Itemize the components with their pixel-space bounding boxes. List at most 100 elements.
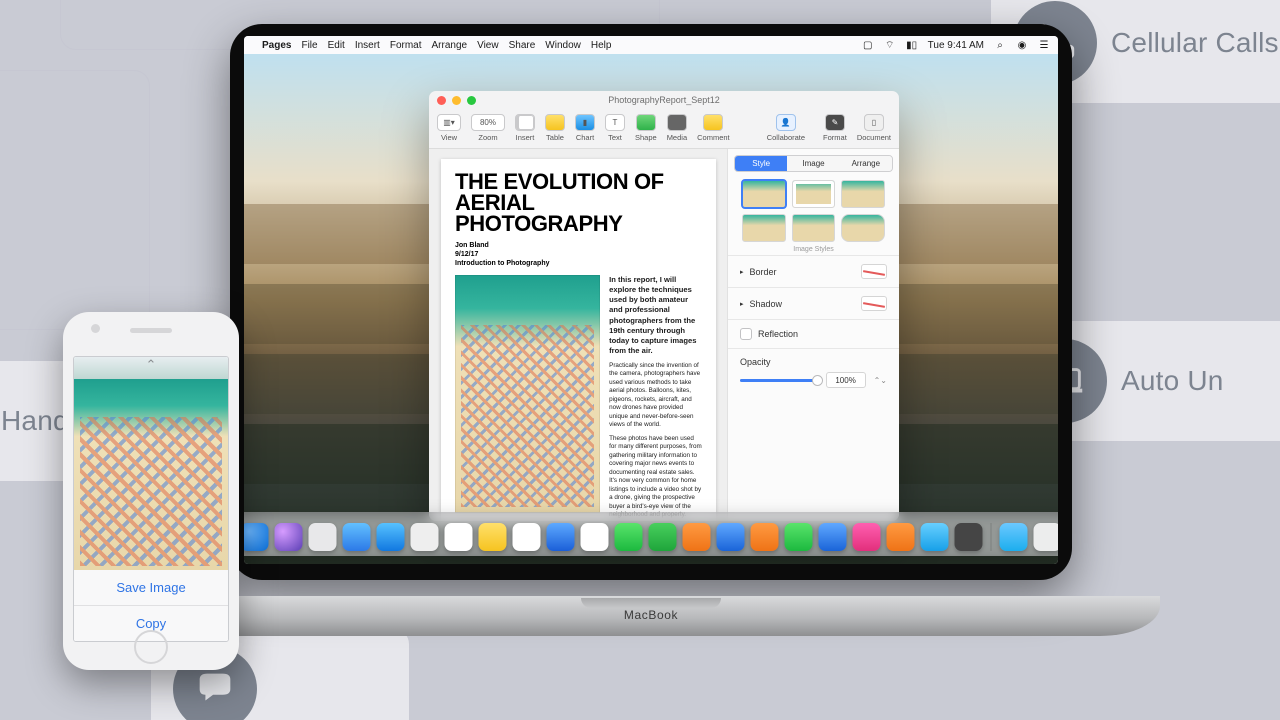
share-sheet-grab-icon[interactable]: ⌃ xyxy=(74,357,228,379)
dock-mail[interactable] xyxy=(377,523,405,551)
document-canvas[interactable]: THE EVOLUTION OF AERIAL PHOTOGRAPHY Jon … xyxy=(429,149,727,521)
menu-item[interactable]: Window xyxy=(545,40,581,51)
tab-style[interactable]: Style xyxy=(735,156,787,171)
dock-reminders[interactable] xyxy=(513,523,541,551)
stepper-icon[interactable]: ⌃⌄ xyxy=(874,376,887,385)
toolbar-label: Shape xyxy=(635,133,657,142)
document-icon[interactable]: ▯ xyxy=(864,114,884,131)
dock-notes[interactable] xyxy=(479,523,507,551)
dock-itunes[interactable] xyxy=(853,523,881,551)
style-swatch[interactable] xyxy=(742,214,786,242)
shape-icon[interactable] xyxy=(636,114,656,131)
tab-image[interactable]: Image xyxy=(787,156,839,171)
style-swatch[interactable] xyxy=(792,214,836,242)
dock-launchpad[interactable] xyxy=(309,523,337,551)
toolbar-insert[interactable]: Insert xyxy=(515,114,535,142)
opacity-slider[interactable] xyxy=(740,379,818,382)
border-swatch[interactable] xyxy=(861,264,887,279)
menu-item[interactable]: Arrange xyxy=(432,40,468,51)
dock-facetime[interactable] xyxy=(649,523,677,551)
style-swatch[interactable] xyxy=(742,180,786,208)
dock-calendar[interactable] xyxy=(445,523,473,551)
inspector-opacity: Opacity 100% ⌃⌄ xyxy=(728,348,899,396)
toolbar-collaborate[interactable]: 👤Collaborate xyxy=(767,114,805,142)
dock-downloads[interactable] xyxy=(1000,523,1028,551)
toolbar-view[interactable]: ▥▾ View xyxy=(437,114,461,142)
dock-appstore[interactable] xyxy=(921,523,949,551)
dock-keynote[interactable] xyxy=(819,523,847,551)
inspector-tabs: Style Image Arrange xyxy=(734,155,893,172)
opacity-value[interactable]: 100% xyxy=(826,372,866,388)
collaborate-icon[interactable]: 👤 xyxy=(776,114,796,131)
style-swatch[interactable] xyxy=(792,180,836,208)
dock-ibooks2[interactable] xyxy=(887,523,915,551)
dock-settings[interactable] xyxy=(955,523,983,551)
menu-item[interactable]: Insert xyxy=(355,40,380,51)
table-icon[interactable] xyxy=(545,114,565,131)
tab-arrange[interactable]: Arrange xyxy=(840,156,892,171)
app-menu[interactable]: Pages xyxy=(262,40,291,51)
toolbar-format[interactable]: ✎Format xyxy=(823,114,847,142)
inspector-border[interactable]: ▸ Border xyxy=(728,255,899,287)
toolbar-document[interactable]: ▯Document xyxy=(857,114,891,142)
menu-item[interactable]: Format xyxy=(390,40,422,51)
pages-toolbar: ▥▾ View 80% Zoom Insert Table ▮Chart xyxy=(429,109,899,149)
spotlight-icon[interactable]: ⌕ xyxy=(994,40,1006,51)
toolbar-text[interactable]: TText xyxy=(605,114,625,142)
toolbar-shape[interactable]: Shape xyxy=(635,114,657,142)
menu-item[interactable]: Edit xyxy=(328,40,345,51)
inspector-reflection[interactable]: Reflection xyxy=(728,319,899,348)
toolbar-chart[interactable]: ▮Chart xyxy=(575,114,595,142)
dock-app[interactable] xyxy=(717,523,745,551)
dock-finder[interactable] xyxy=(244,523,269,551)
airplay-icon[interactable]: ▢ xyxy=(862,40,874,51)
save-image-button[interactable]: Save Image xyxy=(74,570,228,605)
insert-icon[interactable] xyxy=(515,114,535,131)
style-swatch[interactable] xyxy=(841,180,885,208)
document-date: 9/12/17 xyxy=(455,251,702,260)
style-swatch[interactable] xyxy=(841,214,885,242)
menu-item[interactable]: File xyxy=(301,40,317,51)
toolbar-comment[interactable]: Comment xyxy=(697,114,730,142)
dock-maps[interactable] xyxy=(547,523,575,551)
dock-photos[interactable] xyxy=(581,523,609,551)
bg-tile-label: Cellular Calls xyxy=(1111,27,1279,59)
toolbar-zoom[interactable]: 80% Zoom xyxy=(471,114,505,142)
zoom-stepper[interactable]: 80% xyxy=(471,114,505,131)
inspector-shadow[interactable]: ▸ Shadow xyxy=(728,287,899,319)
home-button[interactable] xyxy=(134,630,168,664)
dock-messages[interactable] xyxy=(615,523,643,551)
menu-item[interactable]: Share xyxy=(509,40,536,51)
dock-pages[interactable] xyxy=(751,523,779,551)
format-icon[interactable]: ✎ xyxy=(825,114,845,131)
close-traffic-light[interactable] xyxy=(437,96,446,105)
dock-ibooks[interactable] xyxy=(683,523,711,551)
iphone-preview-image[interactable] xyxy=(74,379,228,570)
dock-siri[interactable] xyxy=(275,523,303,551)
document-image[interactable] xyxy=(455,275,600,513)
wifi-icon[interactable]: ⌔ xyxy=(884,39,896,52)
reflection-checkbox[interactable] xyxy=(740,328,752,340)
comment-icon[interactable] xyxy=(703,114,723,131)
menubar-clock[interactable]: Tue 9:41 AM xyxy=(928,40,984,51)
menu-item[interactable]: View xyxy=(477,40,499,51)
dock-contacts[interactable] xyxy=(411,523,439,551)
battery-icon[interactable]: ▮▯ xyxy=(906,40,918,51)
dock-trash[interactable] xyxy=(1034,523,1059,551)
dock-safari[interactable] xyxy=(343,523,371,551)
media-icon[interactable] xyxy=(667,114,687,131)
minimize-traffic-light[interactable] xyxy=(452,96,461,105)
disclosure-icon[interactable]: ▸ xyxy=(740,300,744,308)
toolbar-media[interactable]: Media xyxy=(667,114,687,142)
toolbar-table[interactable]: Table xyxy=(545,114,565,142)
disclosure-icon[interactable]: ▸ xyxy=(740,268,744,276)
shadow-swatch[interactable] xyxy=(861,296,887,311)
view-icon[interactable]: ▥▾ xyxy=(437,114,461,131)
siri-menubar-icon[interactable]: ◉ xyxy=(1016,40,1028,51)
menu-item[interactable]: Help xyxy=(591,40,612,51)
fullscreen-traffic-light[interactable] xyxy=(467,96,476,105)
dock-numbers[interactable] xyxy=(785,523,813,551)
text-icon[interactable]: T xyxy=(605,114,625,131)
chart-icon[interactable]: ▮ xyxy=(575,114,595,131)
notification-center-icon[interactable]: ☰ xyxy=(1038,40,1050,51)
